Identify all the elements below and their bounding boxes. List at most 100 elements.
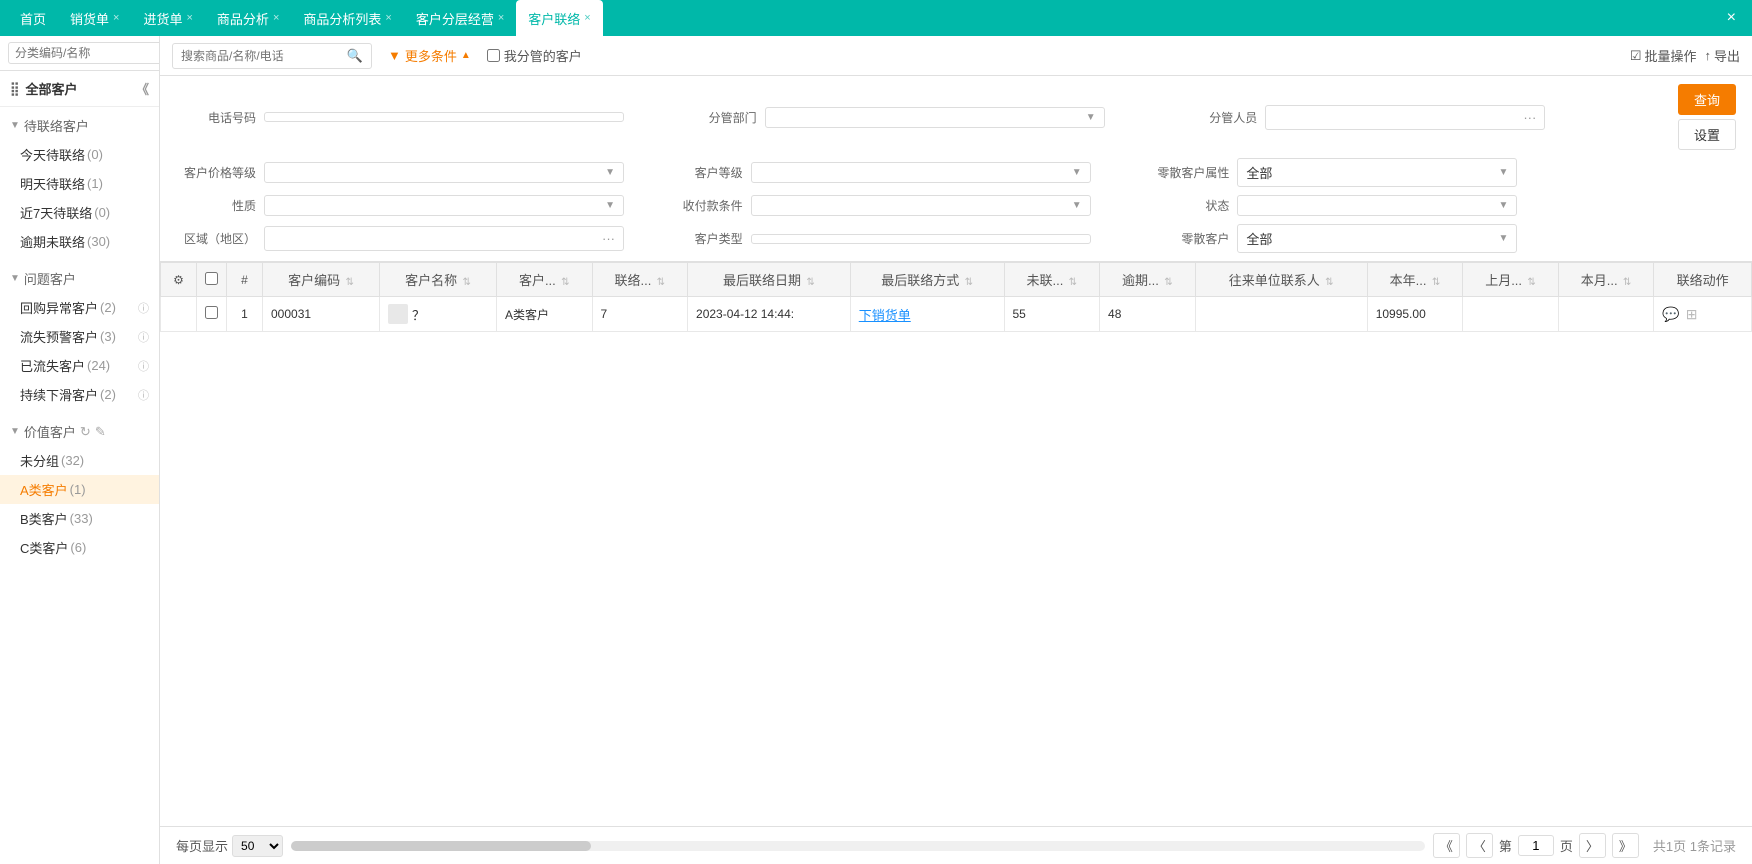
last-page-btn[interactable]: 》: [1612, 833, 1639, 858]
next-page-btn[interactable]: 〉: [1579, 833, 1606, 858]
col-check[interactable]: [197, 263, 227, 297]
first-page-btn[interactable]: 《: [1433, 833, 1460, 858]
sidebar-item-classA[interactable]: A类客户 (1): [0, 475, 159, 504]
sidebar-all-customers[interactable]: ⣿ 全部客户 《: [0, 71, 159, 107]
horizontal-scrollbar[interactable]: [291, 841, 1425, 851]
col-this-month[interactable]: 本月... ⇅: [1558, 263, 1654, 297]
sidebar: 🔍 ⣿ 全部客户 《 ▼ 待联络客户 今天待联络 (0) 明天待联络 (1) 近…: [0, 36, 160, 864]
nav-tab-3[interactable]: 商品分析列表 ×: [291, 0, 403, 36]
sidebar-item-today[interactable]: 今天待联络 (0): [0, 140, 159, 169]
more-conditions-label: 更多条件: [405, 46, 457, 65]
qr-icon[interactable]: ⊞: [1686, 306, 1698, 323]
info-icon[interactable]: ⓘ: [138, 329, 149, 345]
prev-page-btn[interactable]: 〈: [1466, 833, 1493, 858]
phone-input[interactable]: [264, 112, 624, 122]
filter-actions: ☑ 批量操作 ↑ 导出: [1630, 46, 1740, 65]
tab-close-1[interactable]: ×: [186, 12, 192, 24]
my-customers-check[interactable]: 我分管的客户: [487, 46, 582, 65]
person-input[interactable]: ···: [1265, 105, 1545, 130]
status-input[interactable]: ▼: [1237, 195, 1517, 216]
col-code[interactable]: 客户编码 ⇅: [263, 263, 380, 297]
item-count: (0): [87, 147, 103, 162]
tab-close-5[interactable]: ×: [584, 12, 590, 24]
nav-tab-5[interactable]: 客户联络 ×: [516, 0, 602, 36]
sidebar-item-classC[interactable]: C类客户 (6): [0, 533, 159, 562]
more-dots[interactable]: ···: [602, 231, 615, 246]
sidebar-item-unclassified[interactable]: 未分组 (32): [0, 446, 159, 475]
batch-op-btn[interactable]: ☑ 批量操作: [1630, 46, 1697, 65]
tab-label-0: 销货单: [70, 9, 109, 28]
nav-tab-4[interactable]: 客户分层经营 ×: [404, 0, 516, 36]
col-last-method[interactable]: 最后联络方式 ⇅: [850, 263, 1004, 297]
area-input[interactable]: ···: [264, 226, 624, 251]
message-icon[interactable]: 💬: [1662, 306, 1679, 323]
col-this-year[interactable]: 本年... ⇅: [1367, 263, 1463, 297]
sidebar-item-churn-warn[interactable]: 流失预警客户 (3) ⓘ: [0, 322, 159, 351]
sidebar-item-repurchase[interactable]: 回购异常客户 (2) ⓘ: [0, 293, 159, 322]
page-input[interactable]: [1518, 835, 1554, 856]
item-count: (1): [87, 176, 103, 191]
export-label: 导出: [1714, 46, 1740, 65]
col-settings[interactable]: ⚙: [161, 263, 197, 297]
retail-attr-input[interactable]: 全部 ▼: [1237, 158, 1517, 187]
col-last-month[interactable]: 上月... ⇅: [1463, 263, 1559, 297]
settings-button[interactable]: 设置: [1678, 119, 1736, 150]
my-customers-checkbox[interactable]: [487, 49, 500, 62]
section-header-problem[interactable]: ▼ 问题客户: [0, 264, 159, 293]
main-search-input[interactable]: [181, 49, 347, 63]
section-header-pending[interactable]: ▼ 待联络客户: [0, 111, 159, 140]
more-dots[interactable]: ···: [1523, 110, 1536, 125]
col-tm-label: 本月...: [1581, 273, 1618, 288]
sidebar-collapse-icon[interactable]: 《: [136, 79, 149, 98]
section-header-value[interactable]: ▼ 价值客户 ↻ ✎: [0, 417, 159, 446]
col-not-contacted[interactable]: 未联... ⇅: [1004, 263, 1100, 297]
sidebar-item-declining[interactable]: 持续下滑客户 (2) ⓘ: [0, 380, 159, 409]
customer-level-input[interactable]: ▼: [751, 162, 1091, 183]
filter-person: 分管人员 ···: [1177, 105, 1658, 130]
tab-close-4[interactable]: ×: [498, 12, 504, 24]
sidebar-item-classB[interactable]: B类客户 (33): [0, 504, 159, 533]
row-checkbox[interactable]: [205, 306, 218, 319]
row-customer-type: A类客户: [496, 297, 592, 332]
select-all-checkbox[interactable]: [205, 272, 218, 285]
sidebar-item-overdue[interactable]: 逾期未联络 (30): [0, 227, 159, 256]
col-last-date[interactable]: 最后联络日期 ⇅: [688, 263, 851, 297]
refresh-icon[interactable]: ↻: [80, 424, 91, 440]
window-close-icon[interactable]: ×: [1719, 9, 1744, 27]
payment-terms-input[interactable]: ▼: [751, 195, 1091, 216]
tab-close-2[interactable]: ×: [273, 12, 279, 24]
export-btn[interactable]: ↑ 导出: [1704, 46, 1740, 65]
col-name[interactable]: 客户名称 ⇅: [379, 263, 496, 297]
sidebar-item-7days[interactable]: 近7天待联络 (0): [0, 198, 159, 227]
col-contacts[interactable]: 往来单位联系人 ⇅: [1195, 263, 1367, 297]
price-level-input[interactable]: ▼: [264, 162, 624, 183]
edit-icon[interactable]: ✎: [95, 424, 106, 440]
nav-tab-0[interactable]: 销货单 ×: [58, 0, 131, 36]
col-customer-type[interactable]: 客户... ⇅: [496, 263, 592, 297]
arrow-icon: ▼: [10, 426, 20, 437]
customer-type-input[interactable]: [751, 234, 1091, 244]
sidebar-search-input[interactable]: [8, 42, 160, 64]
tab-close-3[interactable]: ×: [385, 12, 391, 24]
nature-input[interactable]: ▼: [264, 195, 624, 216]
row-check[interactable]: [197, 297, 227, 332]
nav-tab-1[interactable]: 进货单 ×: [131, 0, 204, 36]
query-button[interactable]: 查询: [1678, 84, 1736, 115]
info-icon[interactable]: ⓘ: [138, 387, 149, 403]
method-link[interactable]: 下销货单: [859, 308, 911, 323]
table-wrapper[interactable]: ⚙ # 客户编码 ⇅ 客户名称 ⇅: [160, 262, 1752, 826]
sidebar-item-churned[interactable]: 已流失客户 (24) ⓘ: [0, 351, 159, 380]
more-conditions-btn[interactable]: ▼ 更多条件 ▲: [380, 42, 479, 69]
retail-input[interactable]: 全部 ▼: [1237, 224, 1517, 253]
search-icon[interactable]: 🔍: [347, 48, 363, 64]
info-icon[interactable]: ⓘ: [138, 300, 149, 316]
nav-home[interactable]: 首页: [8, 0, 58, 36]
per-page-select[interactable]: 50 100: [232, 835, 283, 857]
col-contact-count[interactable]: 联络... ⇅: [592, 263, 688, 297]
dept-input[interactable]: ▼: [765, 107, 1105, 128]
nav-tab-2[interactable]: 商品分析 ×: [205, 0, 291, 36]
col-overdue[interactable]: 逾期... ⇅: [1100, 263, 1196, 297]
sidebar-item-tomorrow[interactable]: 明天待联络 (1): [0, 169, 159, 198]
tab-close-0[interactable]: ×: [113, 12, 119, 24]
info-icon[interactable]: ⓘ: [138, 358, 149, 374]
